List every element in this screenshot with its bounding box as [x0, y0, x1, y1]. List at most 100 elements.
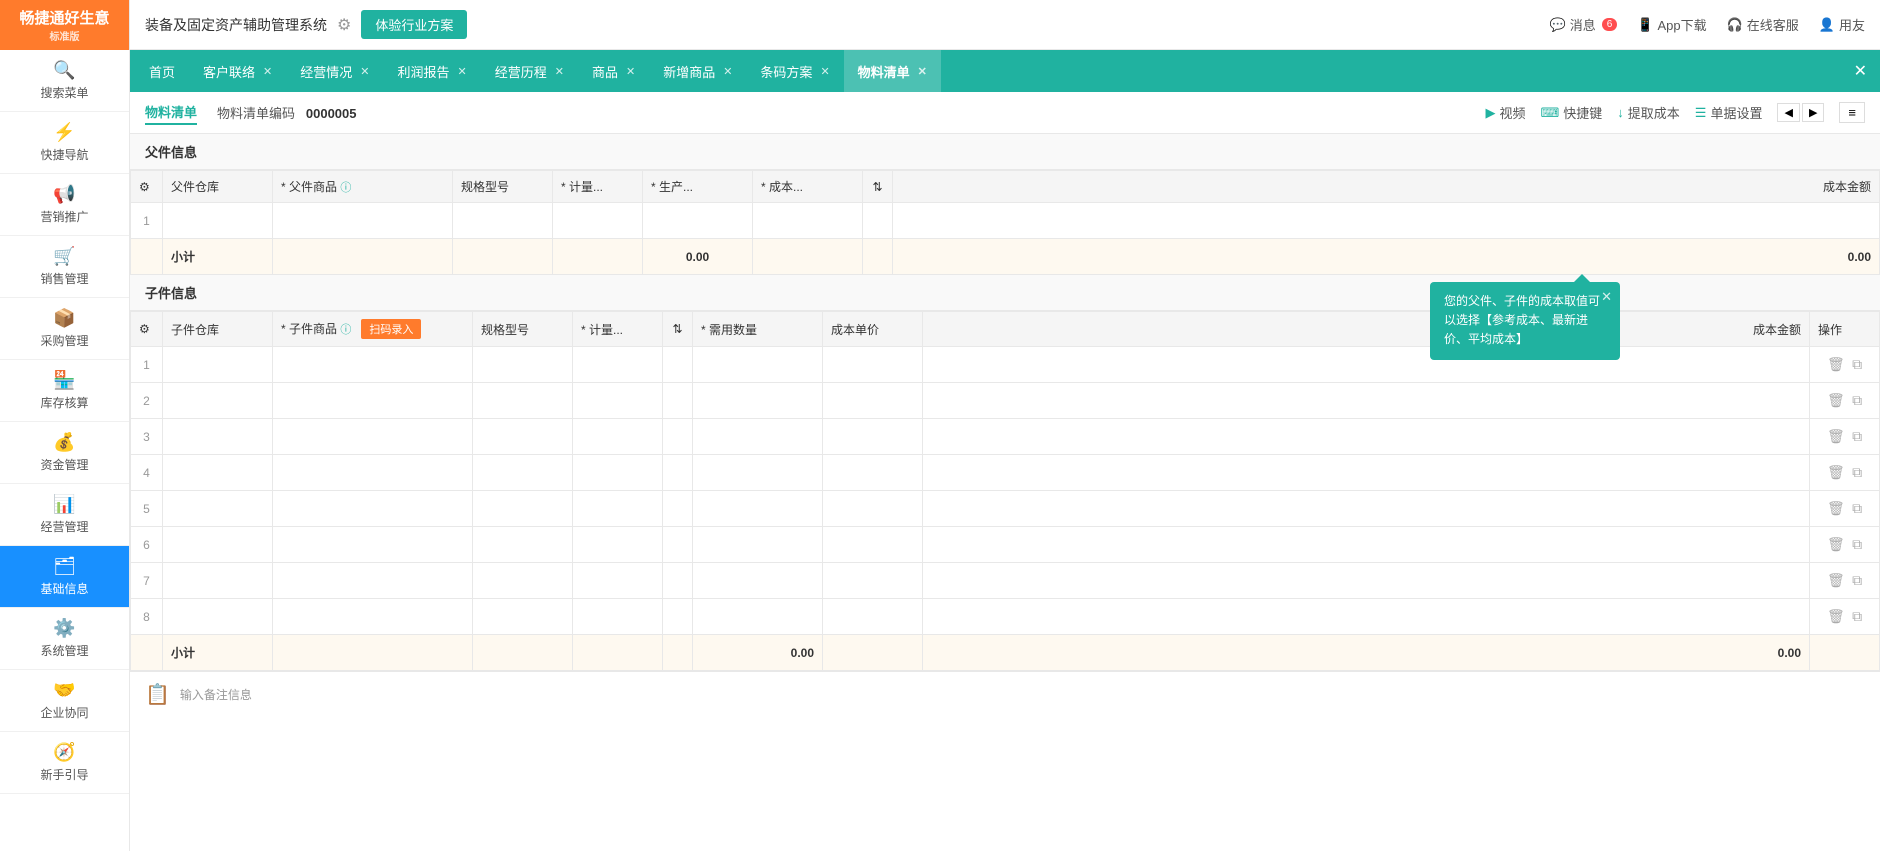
prev-btn[interactable]: ◀	[1777, 103, 1799, 122]
child-row-5-spec[interactable]	[473, 491, 573, 527]
sidebar-item-搜索菜单[interactable]: 🔍搜索菜单	[0, 50, 129, 112]
child-row-7-unit-price[interactable]	[823, 563, 923, 599]
online-service-btn[interactable]: 🎧 在线客服	[1727, 15, 1799, 34]
child-row-8-unit-price[interactable]	[823, 599, 923, 635]
child-row-2-product[interactable]	[273, 383, 473, 419]
parent-th-gear[interactable]: ⚙	[131, 171, 163, 203]
child-row-5-unit[interactable]	[573, 491, 663, 527]
nav-tab-首页[interactable]: 首页	[135, 50, 189, 92]
child-row-6-unit[interactable]	[573, 527, 663, 563]
child-row-7-copy-btn[interactable]: ⧉	[1852, 572, 1862, 588]
child-row-5-warehouse[interactable]	[163, 491, 273, 527]
child-row-8-delete-btn[interactable]: 🗑	[1827, 608, 1845, 624]
child-row-2-qty[interactable]	[693, 383, 823, 419]
child-row-4-spec[interactable]	[473, 455, 573, 491]
app-download-btn[interactable]: 📱 App下载	[1637, 15, 1706, 34]
sidebar-item-采购管理[interactable]: 📦采购管理	[0, 298, 129, 360]
nav-tab-close-1[interactable]: ✕	[263, 65, 272, 78]
sidebar-item-资金管理[interactable]: 💰资金管理	[0, 422, 129, 484]
child-row-3-copy-btn[interactable]: ⧉	[1852, 428, 1862, 444]
child-row-3-unit[interactable]	[573, 419, 663, 455]
child-row-2-spec[interactable]	[473, 383, 573, 419]
nav-tab-商品[interactable]: 商品✕	[578, 50, 649, 92]
child-row-3-delete-btn[interactable]: 🗑	[1827, 428, 1845, 444]
message-btn[interactable]: 💬 消息 6	[1550, 15, 1618, 34]
nav-tab-条码方案[interactable]: 条码方案✕	[746, 50, 843, 92]
parent-row-1-spec[interactable]	[453, 203, 553, 239]
nav-tab-close-5[interactable]: ✕	[626, 65, 635, 78]
child-row-6-product[interactable]	[273, 527, 473, 563]
child-row-5-qty[interactable]	[693, 491, 823, 527]
child-row-7-warehouse[interactable]	[163, 563, 273, 599]
child-row-6-spec[interactable]	[473, 527, 573, 563]
nav-tab-新增商品[interactable]: 新增商品✕	[649, 50, 746, 92]
nav-tab-物料清单[interactable]: 物料清单✕	[844, 50, 941, 92]
nav-tab-close-4[interactable]: ✕	[555, 65, 564, 78]
child-row-5-unit-price[interactable]	[823, 491, 923, 527]
child-row-1-qty[interactable]	[693, 347, 823, 383]
parent-row-1-warehouse[interactable]	[163, 203, 273, 239]
child-row-4-copy-btn[interactable]: ⧉	[1852, 464, 1862, 480]
child-row-7-spec[interactable]	[473, 563, 573, 599]
sidebar-item-销售管理[interactable]: 🛒销售管理	[0, 236, 129, 298]
note-placeholder[interactable]: 输入备注信息	[180, 686, 252, 703]
child-row-7-product[interactable]	[273, 563, 473, 599]
child-row-3-warehouse[interactable]	[163, 419, 273, 455]
child-row-8-unit[interactable]	[573, 599, 663, 635]
child-row-4-unit[interactable]	[573, 455, 663, 491]
child-row-4-delete-btn[interactable]: 🗑	[1827, 464, 1845, 480]
child-th-gear[interactable]: ⚙	[131, 312, 163, 347]
parent-row-1-cost-price[interactable]	[753, 203, 863, 239]
child-row-1-unit-price[interactable]	[823, 347, 923, 383]
child-row-6-warehouse[interactable]	[163, 527, 273, 563]
child-row-7-unit[interactable]	[573, 563, 663, 599]
settings-icon[interactable]: ⚙	[337, 15, 351, 35]
nav-tab-close-7[interactable]: ✕	[820, 65, 829, 78]
child-row-4-qty[interactable]	[693, 455, 823, 491]
child-row-1-spec[interactable]	[473, 347, 573, 383]
child-row-1-product[interactable]	[273, 347, 473, 383]
trial-btn[interactable]: 体验行业方案	[361, 10, 467, 39]
sidebar-item-库存核算[interactable]: 🏪库存核算	[0, 360, 129, 422]
parent-row-1-product[interactable]	[273, 203, 453, 239]
child-row-3-unit-price[interactable]	[823, 419, 923, 455]
child-row-1-copy-btn[interactable]: ⧉	[1852, 356, 1862, 372]
nav-tab-close-8[interactable]: ✕	[918, 65, 927, 78]
child-row-8-spec[interactable]	[473, 599, 573, 635]
nav-tab-经营历程[interactable]: 经营历程✕	[481, 50, 578, 92]
child-row-8-warehouse[interactable]	[163, 599, 273, 635]
child-row-2-warehouse[interactable]	[163, 383, 273, 419]
close-all-tabs-btn[interactable]: ✕	[1846, 61, 1875, 81]
user-btn[interactable]: 👤 用友	[1819, 15, 1865, 34]
child-row-7-delete-btn[interactable]: 🗑	[1827, 572, 1845, 588]
sidebar-item-企业协同[interactable]: 🤝企业协同	[0, 670, 129, 732]
nav-tab-客户联络[interactable]: 客户联络✕	[189, 50, 286, 92]
child-row-2-copy-btn[interactable]: ⧉	[1852, 392, 1862, 408]
tooltip-close-btn[interactable]: ✕	[1601, 287, 1612, 308]
sidebar-item-新手引导[interactable]: 🧭新手引导	[0, 732, 129, 794]
sidebar-item-经营管理[interactable]: 📊经营管理	[0, 484, 129, 546]
child-row-6-copy-btn[interactable]: ⧉	[1852, 536, 1862, 552]
child-row-6-delete-btn[interactable]: 🗑	[1827, 536, 1845, 552]
child-row-3-spec[interactable]	[473, 419, 573, 455]
nav-tab-close-6[interactable]: ✕	[723, 65, 732, 78]
child-row-6-unit-price[interactable]	[823, 527, 923, 563]
extract-cost-btn[interactable]: ↓ 提取成本	[1617, 103, 1680, 122]
child-row-4-product[interactable]	[273, 455, 473, 491]
child-row-5-copy-btn[interactable]: ⧉	[1852, 500, 1862, 516]
child-row-1-unit[interactable]	[573, 347, 663, 383]
sidebar-item-基础信息[interactable]: 🗂基础信息	[0, 546, 129, 608]
nav-tab-close-2[interactable]: ✕	[360, 65, 369, 78]
child-row-4-warehouse[interactable]	[163, 455, 273, 491]
child-row-4-unit-price[interactable]	[823, 455, 923, 491]
sidebar-item-系统管理[interactable]: ⚙️系统管理	[0, 608, 129, 670]
sub-tab-bill[interactable]: 物料清单	[145, 100, 197, 125]
view-btn[interactable]: ▶ 视频	[1485, 103, 1525, 122]
nav-tab-close-3[interactable]: ✕	[458, 65, 467, 78]
child-row-2-unit[interactable]	[573, 383, 663, 419]
child-row-2-delete-btn[interactable]: 🗑	[1827, 392, 1845, 408]
next-btn[interactable]: ▶	[1802, 103, 1824, 122]
child-row-6-qty[interactable]	[693, 527, 823, 563]
single-settings-btn[interactable]: ☰ 单据设置	[1695, 103, 1763, 122]
child-row-8-product[interactable]	[273, 599, 473, 635]
